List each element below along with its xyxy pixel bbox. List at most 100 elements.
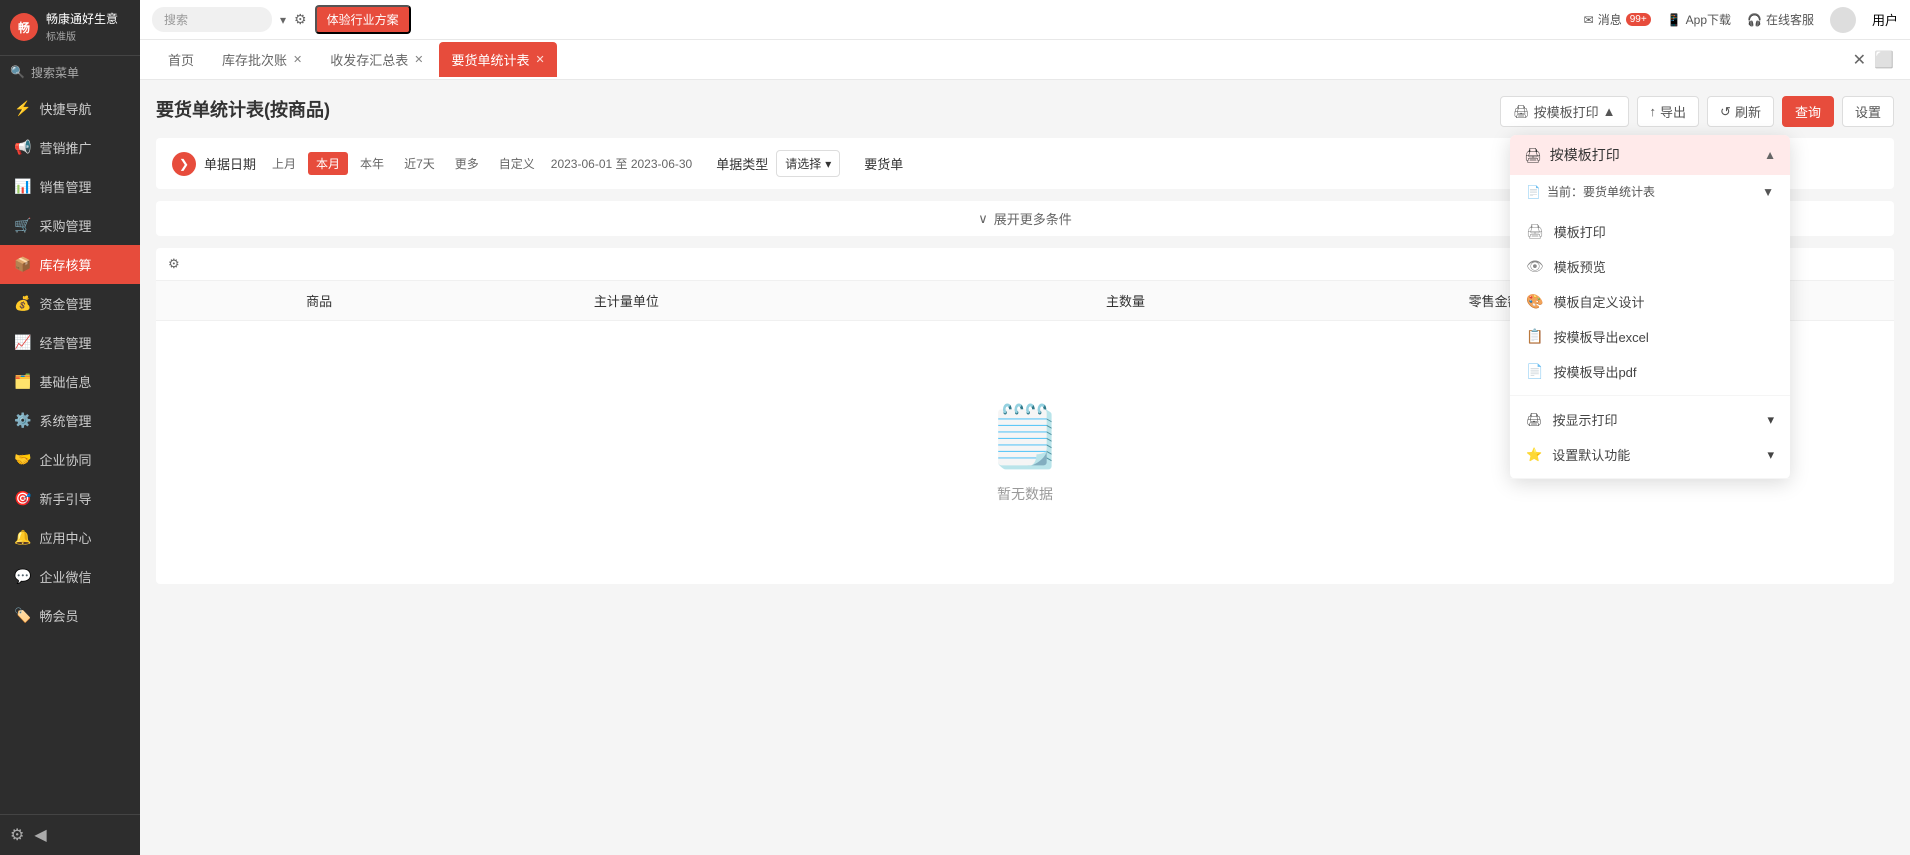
topbar-right: ✉ 消息 99+ 📱 App下载 🎧 在线客服 用户: [1584, 7, 1898, 33]
sidebar-icon-collab: 🤝: [14, 451, 31, 468]
settings-bottom-icon[interactable]: ⚙: [10, 825, 24, 845]
type-select-value: 请选择: [785, 155, 821, 172]
date-option-4[interactable]: 更多: [447, 152, 487, 175]
sidebar-item-purchase[interactable]: 🛒采购管理: [0, 206, 140, 245]
print-sub-display-print[interactable]: 🖨按显示打印▾: [1510, 402, 1790, 437]
app-download-icon: 📱: [1667, 13, 1682, 27]
sidebar-item-appstore[interactable]: 🔔应用中心: [0, 518, 140, 557]
tab-order-stats[interactable]: 要货单统计表 ✕: [439, 42, 556, 77]
sidebar-item-collab[interactable]: 🤝 企业协同: [0, 440, 140, 479]
date-range-display: 2023-06-01 至 2023-06-30: [551, 155, 692, 172]
column-settings-icon[interactable]: ⚙: [168, 256, 180, 272]
query-button[interactable]: 查询: [1782, 96, 1834, 127]
topbar-search-box[interactable]: 搜索: [152, 7, 272, 32]
sidebar-item-sales[interactable]: 📊销售管理: [0, 167, 140, 206]
sidebar-item-quick-nav[interactable]: ⚡快捷导航: [0, 89, 140, 128]
sidebar-label-system: 系统管理: [39, 411, 91, 430]
expand-more-button[interactable]: ∨ 展开更多条件: [978, 209, 1072, 228]
current-template-row[interactable]: 📄 当前：要货单统计表 ▼: [1510, 175, 1790, 208]
sidebar-icon-quick-nav: ⚡: [14, 100, 31, 117]
tab-label-batch-ledger: 库存批次账: [222, 50, 287, 69]
export-button[interactable]: ↑ 导出: [1637, 96, 1700, 127]
logo-text: 畅康通好生意: [46, 12, 118, 28]
tab-close-batch-ledger[interactable]: ✕: [293, 53, 302, 66]
chevron-down-icon: ∨: [978, 211, 988, 227]
tab-close-order-stats[interactable]: ✕: [536, 53, 545, 66]
print-label-template-print: 模板打印: [1554, 222, 1606, 241]
chevron-right-icon: ❯: [179, 157, 189, 171]
sidebar-item-member[interactable]: 🏷️畅会员: [0, 596, 140, 635]
refresh-button[interactable]: ↺ 刷新: [1707, 96, 1774, 127]
sidebar-label-newbie: 新手引导: [39, 489, 91, 508]
topbar-dropdown[interactable]: ▾: [280, 13, 286, 27]
type-select[interactable]: 请选择 ▾: [776, 150, 840, 177]
print-item-template-preview[interactable]: 👁模板预览: [1510, 249, 1790, 284]
expand-more-label: 展开更多条件: [994, 209, 1072, 228]
trial-button[interactable]: 体验行业方案: [315, 5, 411, 34]
user-avatar[interactable]: [1830, 7, 1856, 33]
action-bar: 🖨 按模板打印 ▲ ↑ 导出 ↺ 刷新 查询 设置: [1500, 96, 1894, 127]
sidebar-icon-member: 🏷️: [14, 607, 31, 624]
sidebar-search[interactable]: 🔍 搜索菜单: [0, 56, 140, 89]
sidebar-item-system[interactable]: ⚙️系统管理: [0, 401, 140, 440]
tab-close-receipt-summary[interactable]: ✕: [414, 53, 423, 66]
print-item-export-excel[interactable]: 📋按模板导出excel: [1510, 319, 1790, 354]
message-icon: ✉: [1584, 13, 1594, 27]
tab-receipt-summary[interactable]: 收发存汇总表✕: [318, 42, 435, 77]
query-label: 查询: [1795, 102, 1821, 121]
print-sub-left-set-default: ⭐设置默认功能: [1526, 445, 1630, 464]
sidebar-label-basic: 基础信息: [39, 372, 91, 391]
sidebar-item-marketing[interactable]: 📢 营销推广: [0, 128, 140, 167]
sidebar-toggle-icon[interactable]: ◀: [34, 825, 46, 845]
topbar-settings-icon[interactable]: ⚙: [294, 11, 307, 28]
tab-home[interactable]: 首页: [156, 42, 206, 77]
date-option-0[interactable]: 上月: [264, 152, 304, 175]
message-label: 消息: [1598, 11, 1622, 28]
filter-expand-button[interactable]: ❯: [172, 152, 196, 176]
tab-batch-ledger[interactable]: 库存批次账 ✕: [210, 42, 314, 77]
window-close-button[interactable]: ✕: [1853, 50, 1866, 70]
sidebar-item-operation[interactable]: 📈经营管理: [0, 323, 140, 362]
date-option-3[interactable]: 近7天: [396, 152, 443, 175]
print-icon-template-preview: 👁: [1526, 258, 1544, 275]
search-icon: 🔍: [10, 65, 25, 79]
print-item-template-design[interactable]: 🎨模板自定义设计: [1510, 284, 1790, 319]
print-dropdown-section-sub: 🖨按显示打印▾ ⭐设置默认功能 ▾: [1510, 396, 1790, 479]
logo-icon: 畅: [10, 13, 38, 41]
date-option-5[interactable]: 自定义: [491, 152, 543, 175]
col-header-unit: 主计量单位: [582, 281, 1094, 321]
tab-label-home: 首页: [168, 50, 194, 69]
print-sub-set-default[interactable]: ⭐设置默认功能 ▾: [1510, 437, 1790, 472]
sidebar-item-inventory[interactable]: 📦库存核算: [0, 245, 140, 284]
print-sub-label-display-print: 按显示打印: [1553, 410, 1618, 429]
sidebar-item-newbie[interactable]: 🎯新手引导: [0, 479, 140, 518]
sidebar-label-collab: 企业协同: [39, 450, 91, 469]
print-item-export-pdf[interactable]: 📄按模板导出pdf: [1510, 354, 1790, 389]
settings-label: 设置: [1855, 102, 1881, 121]
print-dropdown-title: 🖨 按模板打印: [1524, 145, 1620, 165]
settings-button[interactable]: 设置: [1842, 96, 1894, 127]
date-option-1[interactable]: 本月: [308, 152, 348, 175]
print-dropdown-header[interactable]: 🖨 按模板打印 ▲: [1510, 135, 1790, 175]
order-label: 要货单: [864, 154, 903, 173]
sidebar-item-wechat[interactable]: 💬企业微信: [0, 557, 140, 596]
online-service-button[interactable]: 🎧 在线客服: [1747, 11, 1814, 28]
printer-icon: 🖨: [1513, 104, 1530, 120]
print-label-export-pdf: 按模板导出pdf: [1553, 362, 1636, 381]
sidebar-item-finance[interactable]: 💰资金管理: [0, 284, 140, 323]
window-maximize-button[interactable]: ⬜: [1874, 50, 1894, 70]
print-icon-export-excel: 📋: [1526, 328, 1543, 345]
message-button[interactable]: ✉ 消息 99+: [1584, 11, 1651, 28]
print-item-template-print[interactable]: 🖨模板打印: [1510, 214, 1790, 249]
app-download-button[interactable]: 📱 App下载: [1667, 11, 1731, 28]
print-template-button[interactable]: 🖨 按模板打印 ▲: [1500, 96, 1628, 127]
date-option-2[interactable]: 本年: [352, 152, 392, 175]
print-dropdown: 🖨 按模板打印 ▲ 📄 当前：要货单统计表 ▼ 🖨模板打印👁模板预览🎨模板自定义…: [1510, 135, 1790, 479]
col-header-quantity: 主数量: [1094, 281, 1457, 321]
sidebar-label-marketing: 营销推广: [39, 138, 91, 157]
sidebar-item-basic[interactable]: 🗂️基础信息: [0, 362, 140, 401]
empty-text: 暂无数据: [997, 484, 1053, 504]
sidebar-icon-marketing: 📢: [14, 139, 31, 156]
print-sub-arrow-set-default: ▾: [1767, 447, 1774, 463]
tab-label-order-stats: 要货单统计表: [451, 50, 529, 69]
